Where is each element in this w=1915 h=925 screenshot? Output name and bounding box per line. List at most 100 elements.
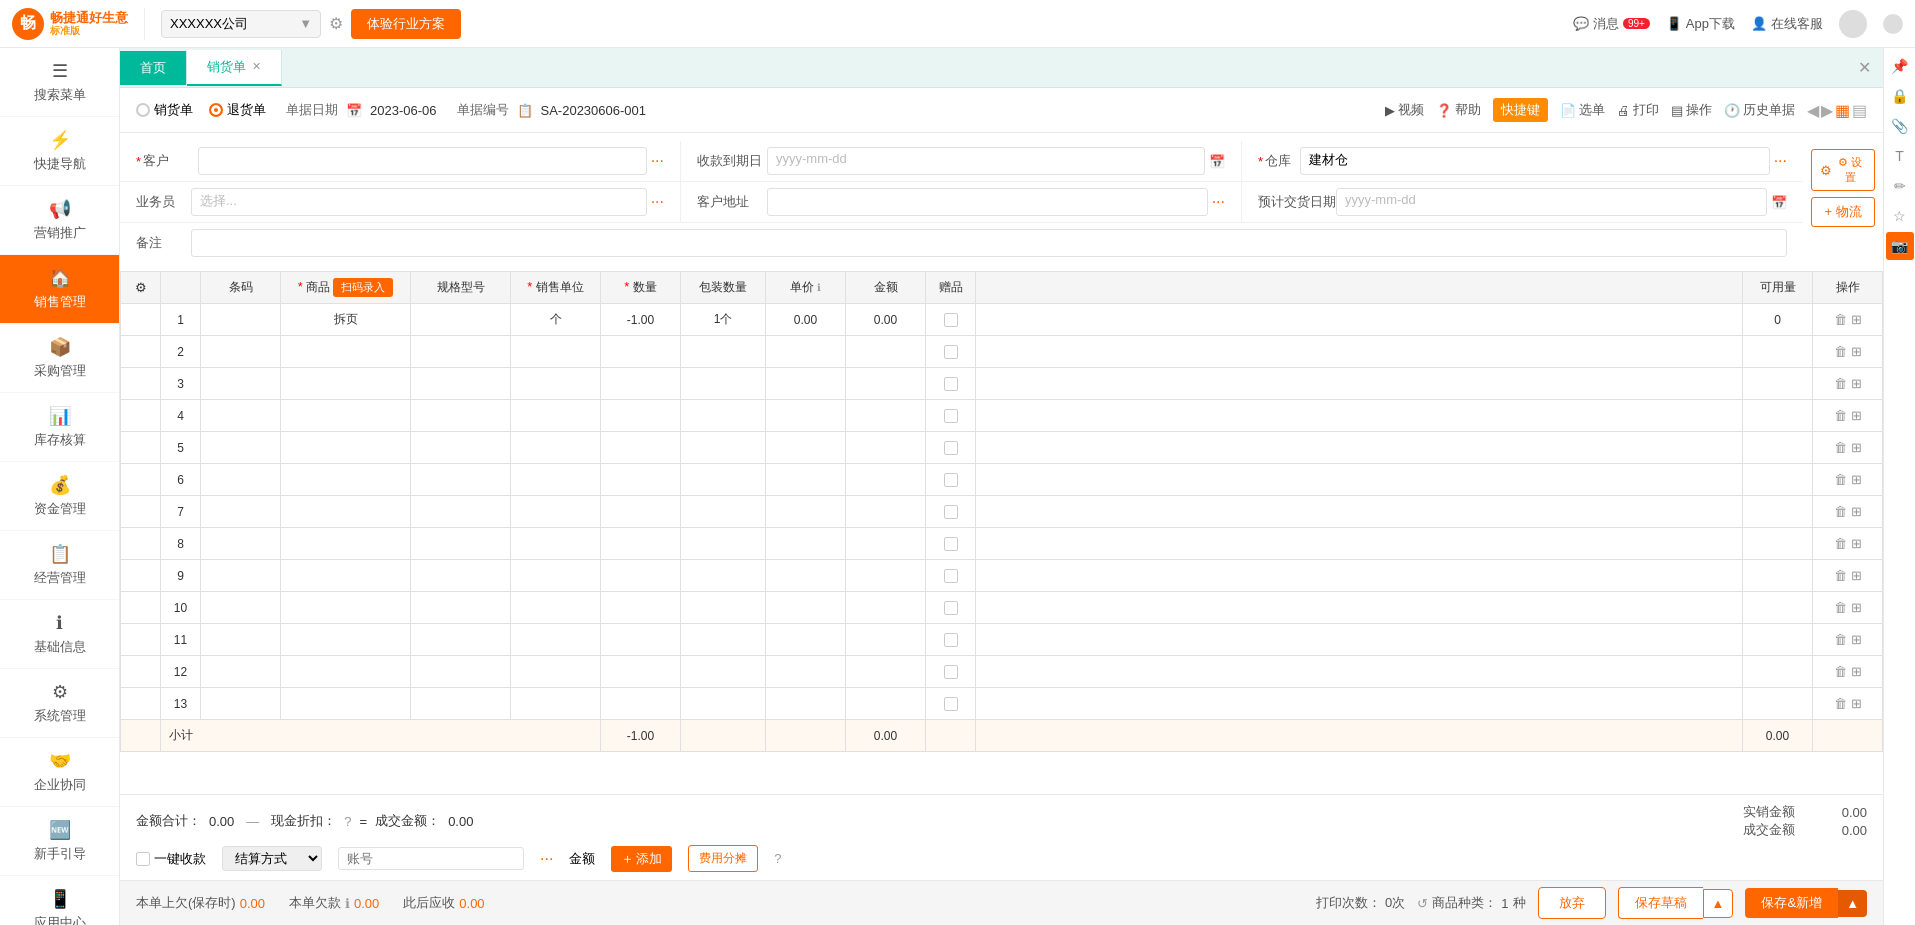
row-copy-icon[interactable]: ⊞ (1851, 440, 1862, 455)
row-copy-icon[interactable]: ⊞ (1851, 664, 1862, 679)
right-tool-camera[interactable]: 📷 (1886, 232, 1914, 260)
customer-address-input[interactable] (767, 188, 1208, 216)
save-draft-button[interactable]: 保存草稿 (1618, 887, 1703, 919)
row-copy-icon[interactable]: ⊞ (1851, 408, 1862, 423)
user-avatar[interactable] (1839, 10, 1867, 38)
right-tool-lock[interactable]: 🔒 (1886, 82, 1914, 110)
row-copy-icon[interactable]: ⊞ (1851, 568, 1862, 583)
operate-button[interactable]: ▤ 操作 (1671, 101, 1712, 119)
row-pkg-qty[interactable] (681, 432, 766, 464)
row-delete-icon[interactable]: 🗑 (1834, 344, 1847, 359)
sidebar-item-basic[interactable]: ℹ 基础信息 (0, 600, 119, 669)
tab-close-icon[interactable]: ✕ (252, 60, 261, 73)
row-unit[interactable] (511, 592, 601, 624)
select-order-button[interactable]: 📄 选单 (1560, 101, 1605, 119)
row-product[interactable] (281, 368, 411, 400)
row-qty[interactable] (601, 624, 681, 656)
row-gift[interactable] (926, 400, 976, 432)
row-gift[interactable] (926, 656, 976, 688)
row-product[interactable] (281, 624, 411, 656)
row-unit[interactable]: 个 (511, 304, 601, 336)
row-pkg-qty[interactable] (681, 656, 766, 688)
row-delete-icon[interactable]: 🗑 (1834, 408, 1847, 423)
row-qty[interactable] (601, 400, 681, 432)
row-spec[interactable] (411, 624, 511, 656)
next-icon[interactable]: ▶ (1821, 101, 1833, 120)
right-tool-attach[interactable]: 📎 (1886, 112, 1914, 140)
customer-input[interactable] (198, 147, 647, 175)
row-product[interactable] (281, 560, 411, 592)
company-selector[interactable]: XXXXXX公司 ▼ (161, 10, 321, 38)
row-amount[interactable] (846, 688, 926, 720)
row-spec[interactable] (411, 400, 511, 432)
sidebar-item-purchase[interactable]: 📦 采购管理 (0, 324, 119, 393)
sidebar-item-operations[interactable]: 📋 经营管理 (0, 531, 119, 600)
warehouse-dots-icon[interactable]: ··· (1774, 152, 1787, 170)
row-copy-icon[interactable]: ⊞ (1851, 504, 1862, 519)
row-qty[interactable] (601, 688, 681, 720)
row-barcode[interactable] (201, 496, 281, 528)
row-spec[interactable] (411, 688, 511, 720)
sidebar-item-system[interactable]: ⚙ 系统管理 (0, 669, 119, 738)
row-unit[interactable] (511, 528, 601, 560)
row-spec[interactable] (411, 560, 511, 592)
sidebar-item-sales[interactable]: 🏠 销售管理 (0, 255, 119, 324)
row-pkg-qty[interactable] (681, 560, 766, 592)
row-delete-icon[interactable]: 🗑 (1834, 440, 1847, 455)
row-price[interactable] (766, 368, 846, 400)
row-price[interactable] (766, 624, 846, 656)
row-pkg-qty[interactable] (681, 624, 766, 656)
row-qty[interactable]: -1.00 (601, 304, 681, 336)
row-amount[interactable] (846, 592, 926, 624)
row-remark[interactable] (976, 592, 1743, 624)
sidebar-item-app-center[interactable]: 📱 应用中心 (0, 876, 119, 925)
row-spec[interactable] (411, 656, 511, 688)
row-gift[interactable] (926, 304, 976, 336)
row-gift[interactable] (926, 496, 976, 528)
calendar-icon-payment[interactable]: 📅 (1209, 154, 1225, 169)
trial-button[interactable]: 体验行业方案 (351, 9, 461, 39)
print-button[interactable]: 🖨 打印 (1617, 101, 1659, 119)
salesperson-input[interactable]: 选择... (191, 188, 647, 216)
row-barcode[interactable] (201, 304, 281, 336)
row-amount[interactable] (846, 560, 926, 592)
row-price[interactable] (766, 496, 846, 528)
row-delete-icon[interactable]: 🗑 (1834, 376, 1847, 391)
row-remark[interactable] (976, 656, 1743, 688)
account-input[interactable] (338, 847, 524, 870)
row-unit[interactable] (511, 560, 601, 592)
row-product[interactable] (281, 464, 411, 496)
settings-button[interactable]: ⚙ ⚙ 设置 (1811, 149, 1875, 191)
row-amount[interactable] (846, 368, 926, 400)
history-button[interactable]: 🕐 历史单据 (1724, 101, 1795, 119)
settlement-method-select[interactable]: 结算方式 (222, 846, 322, 871)
expense-help-icon[interactable]: ? (774, 851, 781, 866)
right-tool-edit[interactable]: ✏ (1886, 172, 1914, 200)
row-product[interactable] (281, 592, 411, 624)
row-gift[interactable] (926, 560, 976, 592)
cash-discount-help-icon[interactable]: ? (344, 814, 351, 829)
one-click-collect-checkbox[interactable]: 一键收款 (136, 850, 206, 868)
tab-bar-close-button[interactable]: ✕ (1846, 58, 1883, 77)
row-pkg-qty[interactable] (681, 368, 766, 400)
row-pkg-qty[interactable] (681, 592, 766, 624)
row-gift[interactable] (926, 592, 976, 624)
address-dots-icon[interactable]: ··· (1212, 193, 1225, 211)
video-help-button[interactable]: ▶ 视频 (1385, 101, 1424, 119)
save-new-button[interactable]: 保存&新增 (1745, 888, 1838, 918)
row-pkg-qty[interactable] (681, 496, 766, 528)
grid-view-icon[interactable]: ▦ (1835, 101, 1850, 120)
tab-home[interactable]: 首页 (120, 51, 187, 85)
row-price[interactable]: 0.00 (766, 304, 846, 336)
row-amount[interactable] (846, 336, 926, 368)
row-pkg-qty[interactable] (681, 688, 766, 720)
row-remark[interactable] (976, 528, 1743, 560)
row-copy-icon[interactable]: ⊞ (1851, 344, 1862, 359)
row-price[interactable] (766, 336, 846, 368)
row-qty[interactable] (601, 368, 681, 400)
row-amount[interactable] (846, 656, 926, 688)
save-new-arrow[interactable]: ▲ (1838, 890, 1867, 917)
row-product[interactable]: 拆页 (281, 304, 411, 336)
row-copy-icon[interactable]: ⊞ (1851, 696, 1862, 711)
row-delete-icon[interactable]: 🗑 (1834, 696, 1847, 711)
